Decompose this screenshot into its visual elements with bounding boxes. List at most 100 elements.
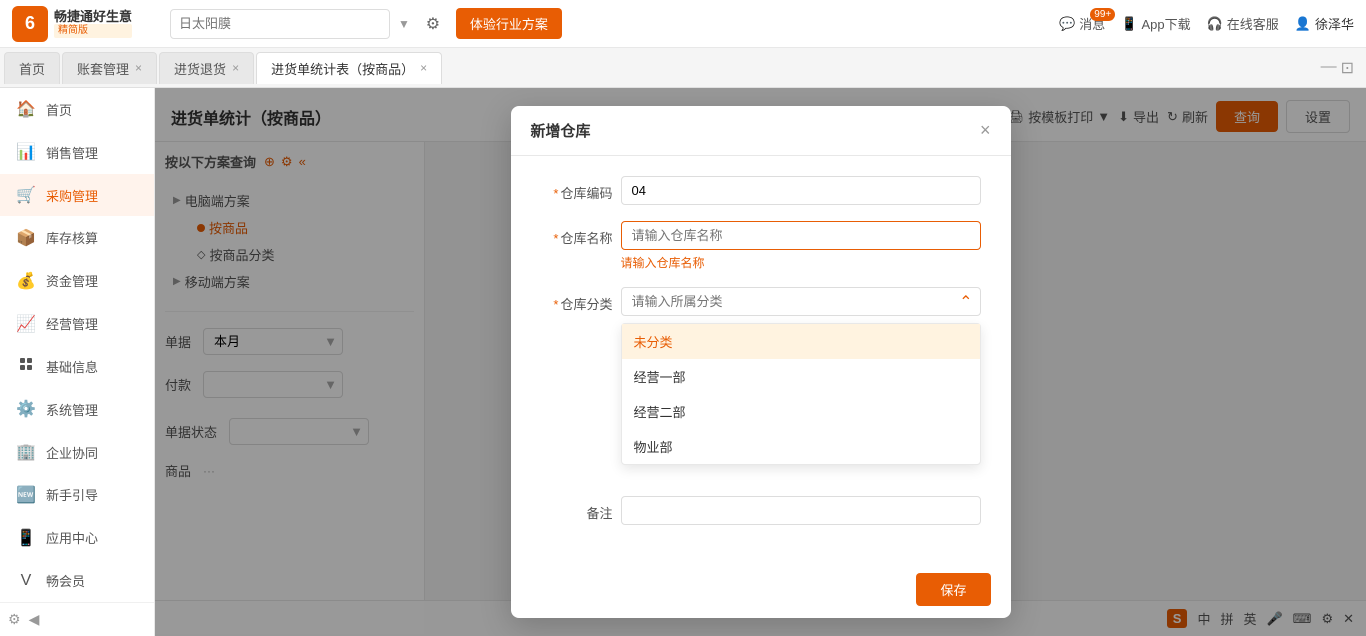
- sidebar-item-home-label: 首页: [46, 100, 72, 119]
- top-right-area: 💬 消息 99+ 📱 App下载 🎧 在线客服 👤 徐泽华: [1059, 14, 1354, 33]
- user-icon: 👤: [1295, 16, 1311, 32]
- sidebar-item-finance-label: 资金管理: [46, 271, 98, 290]
- user-item[interactable]: 👤 徐泽华: [1295, 14, 1354, 33]
- sidebar-item-guide-label: 新手引导: [46, 485, 98, 504]
- code-label: *仓库编码: [541, 176, 621, 202]
- notes-label: 备注: [541, 496, 621, 522]
- sidebar-bottom: ⚙ ◀: [0, 602, 154, 636]
- dialog-footer: 保存: [511, 561, 1011, 618]
- sidebar-item-home[interactable]: 🏠 首页: [0, 88, 154, 131]
- main-layout: 🏠 首页 📊 销售管理 🛒 采购管理 📦 库存核算 💰 资金管理 📈 经营管理: [0, 88, 1366, 636]
- dialog-title: 新增仓库: [531, 120, 591, 141]
- name-label: *仓库名称: [541, 221, 621, 247]
- sidebar-item-operations[interactable]: 📈 经营管理: [0, 302, 154, 345]
- sidebar-item-basic-info-label: 基础信息: [46, 357, 98, 376]
- code-input[interactable]: [621, 176, 981, 205]
- sales-icon: 📊: [16, 142, 36, 162]
- top-search-input[interactable]: [170, 9, 390, 39]
- phone-icon: 📱: [1121, 16, 1137, 32]
- online-service-item[interactable]: 🎧 在线客服: [1207, 14, 1279, 33]
- headset-icon: 🎧: [1207, 16, 1223, 32]
- dialog-header: 新增仓库 ×: [511, 106, 1011, 156]
- sidebar-item-apps-label: 应用中心: [46, 528, 98, 547]
- sidebar-item-basic-info[interactable]: 基础信息: [0, 345, 154, 388]
- tab-purchase-return[interactable]: 进货退货 ×: [159, 52, 254, 84]
- operations-icon: 📈: [16, 314, 36, 334]
- inventory-icon: 📦: [16, 228, 36, 248]
- enterprise-icon: 🏢: [16, 442, 36, 462]
- username-label: 徐泽华: [1315, 14, 1354, 33]
- sidebar-item-operations-label: 经营管理: [46, 314, 98, 333]
- tab-purchase-return-label: 进货退货: [174, 59, 226, 78]
- category-input[interactable]: [621, 287, 981, 316]
- tab-purchase-stats-label: 进货单统计表（按商品）: [271, 59, 414, 78]
- category-dropdown: ⌃ 未分类 经营一部 经营二部 物业部: [621, 287, 981, 316]
- content-area: 进货单统计（按商品） 🖨 按模板打印 ▼ ⬇ 导出 ↻ 刷新 查询 设置: [155, 88, 1366, 636]
- dialog-close-icon[interactable]: ×: [980, 120, 991, 141]
- gear-icon[interactable]: ⚙: [418, 9, 448, 39]
- tab-bar: 首页 账套管理 × 进货退货 × 进货单统计表（按商品） × — ⊡: [0, 48, 1366, 88]
- sidebar-item-guide[interactable]: 🆕 新手引导: [0, 473, 154, 516]
- sidebar-item-purchase-label: 采购管理: [46, 186, 98, 205]
- overlay[interactable]: 新增仓库 × *仓库编码 *仓库名称: [155, 88, 1366, 636]
- tab-purchase-return-close[interactable]: ×: [232, 61, 239, 75]
- tab-expand-icon[interactable]: ⊡: [1341, 58, 1354, 78]
- sidebar-item-purchase[interactable]: 🛒 采购管理: [0, 174, 154, 217]
- tab-account[interactable]: 账套管理 ×: [62, 52, 157, 84]
- dropdown-item-ops2[interactable]: 经营二部: [622, 394, 980, 429]
- app-logo-icon: 6: [12, 6, 48, 42]
- sidebar-item-enterprise-label: 企业协同: [46, 443, 98, 462]
- sidebar: 🏠 首页 📊 销售管理 🛒 采购管理 📦 库存核算 💰 资金管理 📈 经营管理: [0, 88, 155, 636]
- name-input[interactable]: [621, 221, 981, 250]
- dropdown-item-ops1[interactable]: 经营一部: [622, 359, 980, 394]
- app-download-item[interactable]: 📱 App下载: [1121, 14, 1190, 33]
- apps-icon: 📱: [16, 528, 36, 548]
- finance-icon: 💰: [16, 271, 36, 291]
- sidebar-toggle-btn[interactable]: ◀: [29, 611, 40, 628]
- search-arrow-icon[interactable]: ▼: [398, 17, 410, 31]
- sidebar-item-finance[interactable]: 💰 资金管理: [0, 259, 154, 302]
- tab-purchase-stats-close[interactable]: ×: [420, 61, 427, 75]
- form-row-name: *仓库名称 请输入仓库名称: [541, 221, 981, 271]
- sidebar-item-system-label: 系统管理: [46, 400, 98, 419]
- purchase-icon: 🛒: [16, 185, 36, 205]
- dialog-body: *仓库编码 *仓库名称 请输入仓库名称: [511, 156, 1011, 561]
- vip-icon: V: [16, 572, 36, 590]
- system-icon: ⚙️: [16, 399, 36, 419]
- app-sub: 精简版: [54, 24, 132, 38]
- dropdown-item-uncategorized[interactable]: 未分类: [622, 324, 980, 359]
- sidebar-item-system[interactable]: ⚙️ 系统管理: [0, 388, 154, 431]
- dropdown-item-property[interactable]: 物业部: [622, 429, 980, 464]
- tab-controls: — ⊡: [1321, 58, 1362, 78]
- tab-account-close[interactable]: ×: [135, 61, 142, 75]
- tab-home[interactable]: 首页: [4, 52, 60, 84]
- dropdown-arrow-icon[interactable]: ⌃: [959, 292, 972, 312]
- sidebar-item-sales[interactable]: 📊 销售管理: [0, 131, 154, 174]
- message-item[interactable]: 💬 消息 99+: [1059, 14, 1105, 33]
- top-bar: 6 畅捷通好生意 精简版 ▼ ⚙ 体验行业方案 💬 消息 99+ 📱 App下载…: [0, 0, 1366, 48]
- sidebar-item-vip[interactable]: V 畅会员: [0, 559, 154, 602]
- home-icon: 🏠: [16, 99, 36, 119]
- trial-button[interactable]: 体验行业方案: [456, 8, 562, 39]
- save-button[interactable]: 保存: [916, 573, 990, 606]
- sidebar-item-enterprise[interactable]: 🏢 企业协同: [0, 431, 154, 474]
- message-icon: 💬: [1059, 16, 1075, 32]
- basic-info-icon: [16, 356, 36, 377]
- message-badge: 99+: [1090, 8, 1115, 21]
- sidebar-item-apps[interactable]: 📱 应用中心: [0, 516, 154, 559]
- guide-icon: 🆕: [16, 485, 36, 505]
- sidebar-item-inventory[interactable]: 📦 库存核算: [0, 216, 154, 259]
- notes-input[interactable]: [621, 496, 981, 525]
- logo-text: 畅捷通好生意 精简版: [54, 9, 132, 39]
- sidebar-item-vip-label: 畅会员: [46, 571, 85, 590]
- tab-minimize-icon[interactable]: —: [1321, 58, 1337, 78]
- app-title: 畅捷通好生意: [54, 9, 132, 25]
- name-error-msg: 请输入仓库名称: [621, 256, 705, 270]
- form-row-category: *仓库分类 ⌃ 未分类 经营一部 经营二部 物业部: [541, 287, 981, 316]
- new-warehouse-dialog: 新增仓库 × *仓库编码 *仓库名称: [511, 106, 1011, 618]
- tab-purchase-stats[interactable]: 进货单统计表（按商品） ×: [256, 52, 442, 84]
- sidebar-item-sales-label: 销售管理: [46, 143, 98, 162]
- form-row-code: *仓库编码: [541, 176, 981, 205]
- category-label: *仓库分类: [541, 287, 621, 313]
- sidebar-collapse-btn[interactable]: ⚙: [8, 611, 21, 628]
